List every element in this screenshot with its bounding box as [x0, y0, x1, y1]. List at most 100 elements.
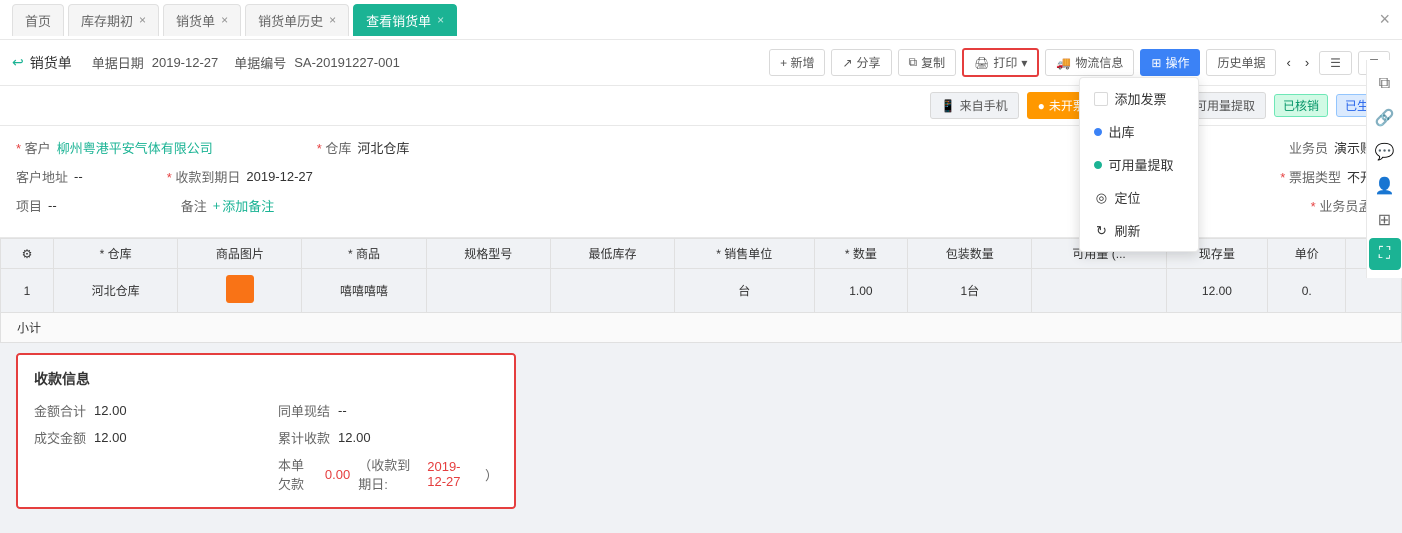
project-label: 项目	[16, 196, 42, 215]
nav-next[interactable]: ›	[1301, 55, 1313, 70]
plus-icon: +	[213, 198, 221, 213]
share-icon: ↗	[842, 56, 852, 70]
radio-green-icon	[1094, 161, 1102, 169]
salesperson-label: 业务员孟	[1311, 196, 1372, 215]
product-table-container: ⚙ * 仓库 商品图片 * 商品 规格型号 最低库存 * 销售单位 * 数量 包…	[0, 237, 1402, 343]
tab-sales-history-close[interactable]: ×	[329, 13, 336, 27]
row-stock-qty: 12.00	[1166, 269, 1267, 313]
due-date-label: 收款到期日	[167, 167, 241, 186]
new-button[interactable]: + 新增	[769, 49, 825, 76]
customer-value[interactable]: 柳州粤港平安气体有限公司	[57, 138, 213, 157]
top-tabs: 首页 库存期初 × 销货单 × 销货单历史 × 查看销货单 × ×	[0, 0, 1402, 40]
tab-inventory[interactable]: 库存期初 ×	[68, 4, 159, 36]
tab-sales-close[interactable]: ×	[221, 13, 228, 27]
project-value: --	[48, 198, 57, 213]
truck-icon: 🚚	[1056, 56, 1071, 70]
due-date-field: 收款到期日 2019-12-27	[167, 167, 313, 186]
remark-field: 备注 + 添加备注	[181, 196, 275, 215]
warehouse-field: 仓库 河北仓库	[317, 138, 410, 157]
dropdown-locate-label: 定位	[1114, 188, 1140, 207]
tab-home[interactable]: 首页	[12, 4, 64, 36]
copy-icon: ⧉	[909, 55, 918, 70]
nav-prev[interactable]: ‹	[1282, 55, 1294, 70]
sidebar-expand-icon[interactable]: ⛶	[1369, 238, 1401, 270]
col-product: * 商品	[302, 239, 426, 269]
history-button[interactable]: 历史单据	[1206, 49, 1276, 76]
col-spec: 规格型号	[426, 239, 550, 269]
payment-deal-label: 成交金额	[34, 428, 86, 447]
grid-icon: ⊞	[1151, 56, 1161, 70]
payment-cumulative-label: 累计收款	[278, 428, 330, 447]
col-gear[interactable]: ⚙	[1, 239, 54, 269]
dropdown-available-qty[interactable]: 可用量提取	[1080, 148, 1198, 181]
payment-cumulative-value: 12.00	[338, 430, 371, 445]
col-min-stock: 最低库存	[550, 239, 674, 269]
print-icon: 🖨	[974, 56, 989, 70]
sidebar-link-icon[interactable]: 🔗	[1369, 102, 1401, 134]
dropdown-outbound[interactable]: 出库	[1080, 115, 1198, 148]
tab-inventory-close[interactable]: ×	[139, 13, 146, 27]
view-list-button[interactable]: ☰	[1319, 51, 1352, 75]
payment-cumulative: 累计收款 12.00	[278, 428, 498, 447]
tab-view-sales-close[interactable]: ×	[437, 13, 444, 27]
dropdown-refresh-label: 刷新	[1114, 221, 1140, 240]
payment-title: 收款信息	[34, 369, 498, 389]
payment-total-label: 金额合计	[34, 401, 86, 420]
tab-home-label: 首页	[25, 11, 51, 30]
window-close-button[interactable]: ×	[1379, 9, 1390, 30]
operations-button[interactable]: ⊞ 操作 添加发票 出库 可用量提取	[1140, 49, 1200, 76]
sidebar-copy-icon[interactable]: ⧉	[1369, 68, 1401, 100]
product-table: ⚙ * 仓库 商品图片 * 商品 规格型号 最低库存 * 销售单位 * 数量 包…	[0, 238, 1402, 343]
row-warehouse: 河北仓库	[54, 269, 178, 313]
doc-info: 单据日期 2019-12-27 单据编号 SA-20191227-001	[92, 53, 400, 72]
logistics-button[interactable]: 🚚 物流信息	[1045, 49, 1134, 76]
project-field: 项目 --	[16, 196, 57, 215]
table-row: 1 河北仓库 嘻嘻嘻嘻 台 1.00 1台 12.00 0.	[1, 269, 1402, 313]
sidebar-chat-icon[interactable]: 💬	[1369, 136, 1401, 168]
col-unit: * 销售单位	[675, 239, 815, 269]
sidebar-table-icon[interactable]: ⊞	[1369, 204, 1401, 236]
dropdown-available-qty-label: 可用量提取	[1108, 155, 1173, 174]
dropdown-outbound-label: 出库	[1108, 122, 1134, 141]
row-img	[178, 269, 302, 313]
payment-deal: 成交金额 12.00	[34, 428, 254, 447]
print-dropdown-arrow: ▾	[1021, 56, 1027, 70]
document-toolbar: ↩ 销货单 单据日期 2019-12-27 单据编号 SA-20191227-0…	[0, 40, 1402, 86]
tab-sales-history[interactable]: 销货单历史 ×	[245, 4, 349, 36]
dropdown-refresh[interactable]: ↻ 刷新	[1080, 214, 1198, 247]
doc-date-label: 单据日期 2019-12-27	[92, 53, 219, 72]
col-img: 商品图片	[178, 239, 302, 269]
row-avail-qty	[1032, 269, 1166, 313]
remark-add-button[interactable]: + 添加备注	[213, 196, 275, 215]
dropdown-add-invoice[interactable]: 添加发票	[1080, 82, 1198, 115]
col-price: 单价	[1268, 239, 1346, 269]
payment-settlement: 同单现结 --	[278, 401, 498, 420]
subtotal-label: 小计	[1, 313, 1402, 343]
customer-label: 客户	[16, 138, 51, 157]
ticket-icon: ●	[1038, 99, 1045, 113]
tab-sales-label: 销货单	[176, 11, 215, 30]
share-button[interactable]: ↗ 分享	[831, 49, 891, 76]
from-phone-button[interactable]: 📱 来自手机	[930, 92, 1019, 119]
payment-wrapper: 收款信息 金额合计 12.00 同单现结 -- 成交金额 12.00 累计收款 …	[0, 343, 1402, 519]
tab-view-sales-label: 查看销货单	[366, 11, 431, 30]
print-button[interactable]: 🖨 打印 ▾	[964, 50, 1037, 75]
payment-settlement-value: --	[338, 403, 347, 418]
row-price: 0.	[1268, 269, 1346, 313]
remark-label: 备注	[181, 196, 207, 215]
row-pack-qty: 1台	[908, 269, 1032, 313]
dropdown-locate[interactable]: ◎ 定位	[1080, 181, 1198, 214]
payment-outstanding-label: 本单欠款	[278, 455, 317, 493]
tab-sales[interactable]: 销货单 ×	[163, 4, 241, 36]
payment-outstanding-note: （收款到期日:	[358, 455, 419, 493]
sidebar-person-icon[interactable]: 👤	[1369, 170, 1401, 202]
row-spec	[426, 269, 550, 313]
payment-section: 收款信息 金额合计 12.00 同单现结 -- 成交金额 12.00 累计收款 …	[16, 353, 516, 509]
tab-inventory-label: 库存期初	[81, 11, 133, 30]
payment-outstanding-value: 0.00	[325, 467, 350, 482]
radio-blue-icon	[1094, 128, 1102, 136]
warehouse-label: 仓库	[317, 138, 352, 157]
payment-outstanding-date: 2019-12-27	[427, 459, 477, 489]
tab-view-sales[interactable]: 查看销货单 ×	[353, 4, 457, 36]
copy-button[interactable]: ⧉ 复制	[898, 49, 957, 76]
